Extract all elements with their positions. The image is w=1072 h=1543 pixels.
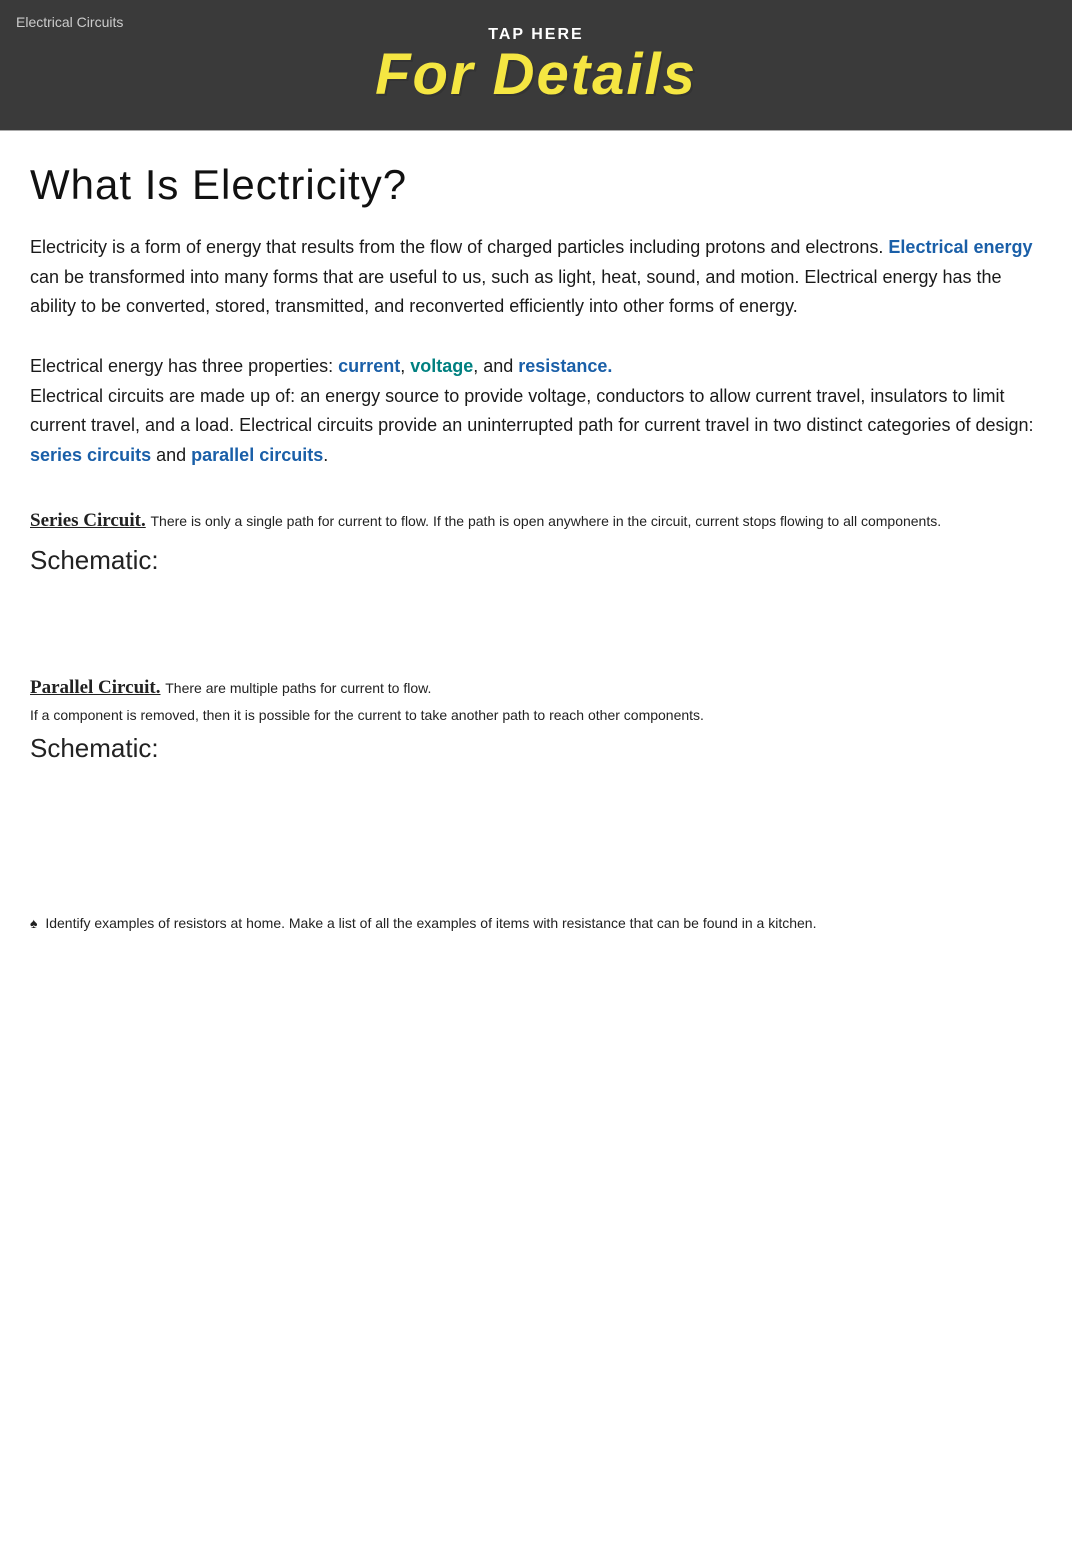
current-label: current (338, 356, 400, 376)
series-schematic-diagram (30, 584, 1042, 664)
parallel-circuit-description-2: If a component is removed, then it is po… (30, 707, 1042, 723)
activity-text: Identify examples of resistors at home. … (45, 915, 816, 931)
intro-text-2: can be transformed into many forms that … (30, 267, 1002, 317)
and-text: and (156, 445, 186, 465)
tap-here-button[interactable]: TAP HERE For Details (375, 26, 697, 104)
series-circuit-title: Series Circuit. (30, 510, 146, 531)
activity-bullet-icon: ♠ (30, 912, 37, 934)
for-details-label: For Details (375, 46, 697, 104)
main-content: What Is Electricity? Electricity is a fo… (0, 131, 1072, 974)
schematic-label-1: Schematic: (30, 545, 1042, 576)
series-circuit-section: Series Circuit. There is only a single p… (30, 507, 1042, 665)
schematic-label-2: Schematic: (30, 733, 1042, 764)
parallel-circuit-title-line: Parallel Circuit. There are multiple pat… (30, 674, 1042, 703)
highlight-electrical-energy: Electrical energy (888, 237, 1032, 257)
voltage-label: voltage (410, 356, 473, 376)
properties-text-2: Electrical circuits are made up of: an e… (30, 386, 1034, 436)
parallel-circuit-description-1: There are multiple paths for current to … (165, 680, 431, 696)
parallel-circuits-label: parallel circuits (191, 445, 323, 465)
breadcrumb: Electrical Circuits (16, 14, 123, 30)
parallel-schematic-diagram (30, 772, 1042, 872)
series-circuits-label: series circuits (30, 445, 151, 465)
page-header[interactable]: Electrical Circuits TAP HERE For Details (0, 0, 1072, 130)
parallel-circuit-title: Parallel Circuit. (30, 677, 161, 698)
resistance-label: resistance. (518, 356, 612, 376)
properties-paragraph: Electrical energy has three properties: … (30, 352, 1042, 471)
parallel-circuit-section: Parallel Circuit. There are multiple pat… (30, 674, 1042, 872)
series-circuit-title-line: Series Circuit. There is only a single p… (30, 507, 1042, 536)
intro-text-1: Electricity is a form of energy that res… (30, 237, 883, 257)
intro-paragraph: Electricity is a form of energy that res… (30, 233, 1042, 322)
page-title: What Is Electricity? (30, 161, 1042, 209)
activity-section: ♠ Identify examples of resistors at home… (30, 912, 1042, 934)
series-circuit-description: There is only a single path for current … (150, 513, 941, 529)
properties-intro-text: Electrical energy has three properties: (30, 356, 333, 376)
